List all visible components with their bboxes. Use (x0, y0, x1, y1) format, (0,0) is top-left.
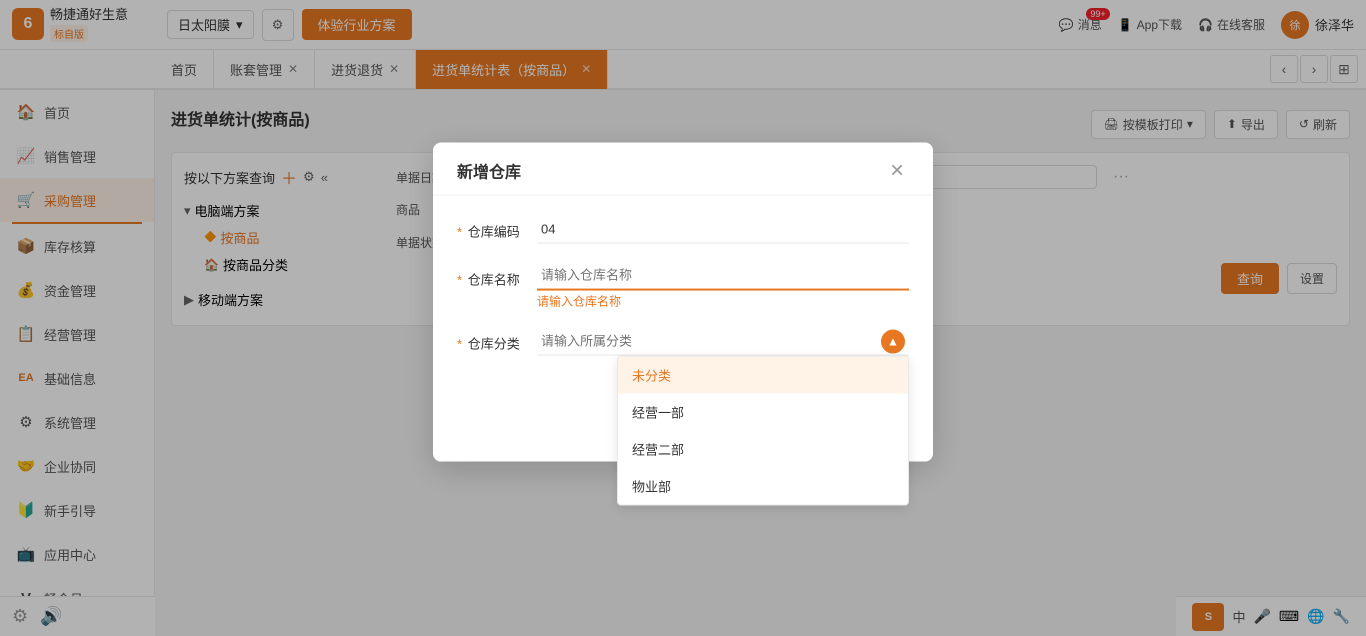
dropdown-item-2[interactable]: 经营二部 (618, 431, 908, 468)
name-input[interactable] (537, 262, 909, 291)
modal-body: * 仓库编码 * 仓库名称 请输入仓库名称 * 仓库分类 (433, 196, 933, 394)
category-select-wrapper: ▲ 未分类 经营一部 经营二部 物业部 (537, 328, 909, 356)
dropdown-item-1[interactable]: 经营一部 (618, 394, 908, 431)
modal-header: 新增仓库 ✕ (433, 143, 933, 196)
modal-title: 新增仓库 (457, 159, 521, 183)
category-input[interactable] (537, 328, 909, 356)
category-dropdown: 未分类 经营一部 经营二部 物业部 (617, 356, 909, 506)
modal-add-warehouse: 新增仓库 ✕ * 仓库编码 * 仓库名称 请输入仓库名称 (433, 143, 933, 462)
category-arrow-button[interactable]: ▲ (881, 330, 905, 354)
category-label: * 仓库分类 (457, 328, 537, 353)
code-input[interactable] (537, 216, 909, 244)
name-label: * 仓库名称 (457, 264, 537, 289)
dropdown-item-0[interactable]: 未分类 (618, 357, 908, 394)
dropdown-item-3[interactable]: 物业部 (618, 468, 908, 505)
name-error-msg: 请输入仓库名称 (537, 295, 621, 309)
form-row-code: * 仓库编码 (457, 216, 909, 244)
form-row-category: * 仓库分类 ▲ 未分类 经营一部 经营二部 物业部 (457, 328, 909, 356)
code-label: * 仓库编码 (457, 216, 537, 241)
modal-close-button[interactable]: ✕ (885, 159, 909, 183)
form-row-name: * 仓库名称 请输入仓库名称 (457, 262, 909, 310)
arrow-up-icon: ▲ (887, 335, 899, 349)
